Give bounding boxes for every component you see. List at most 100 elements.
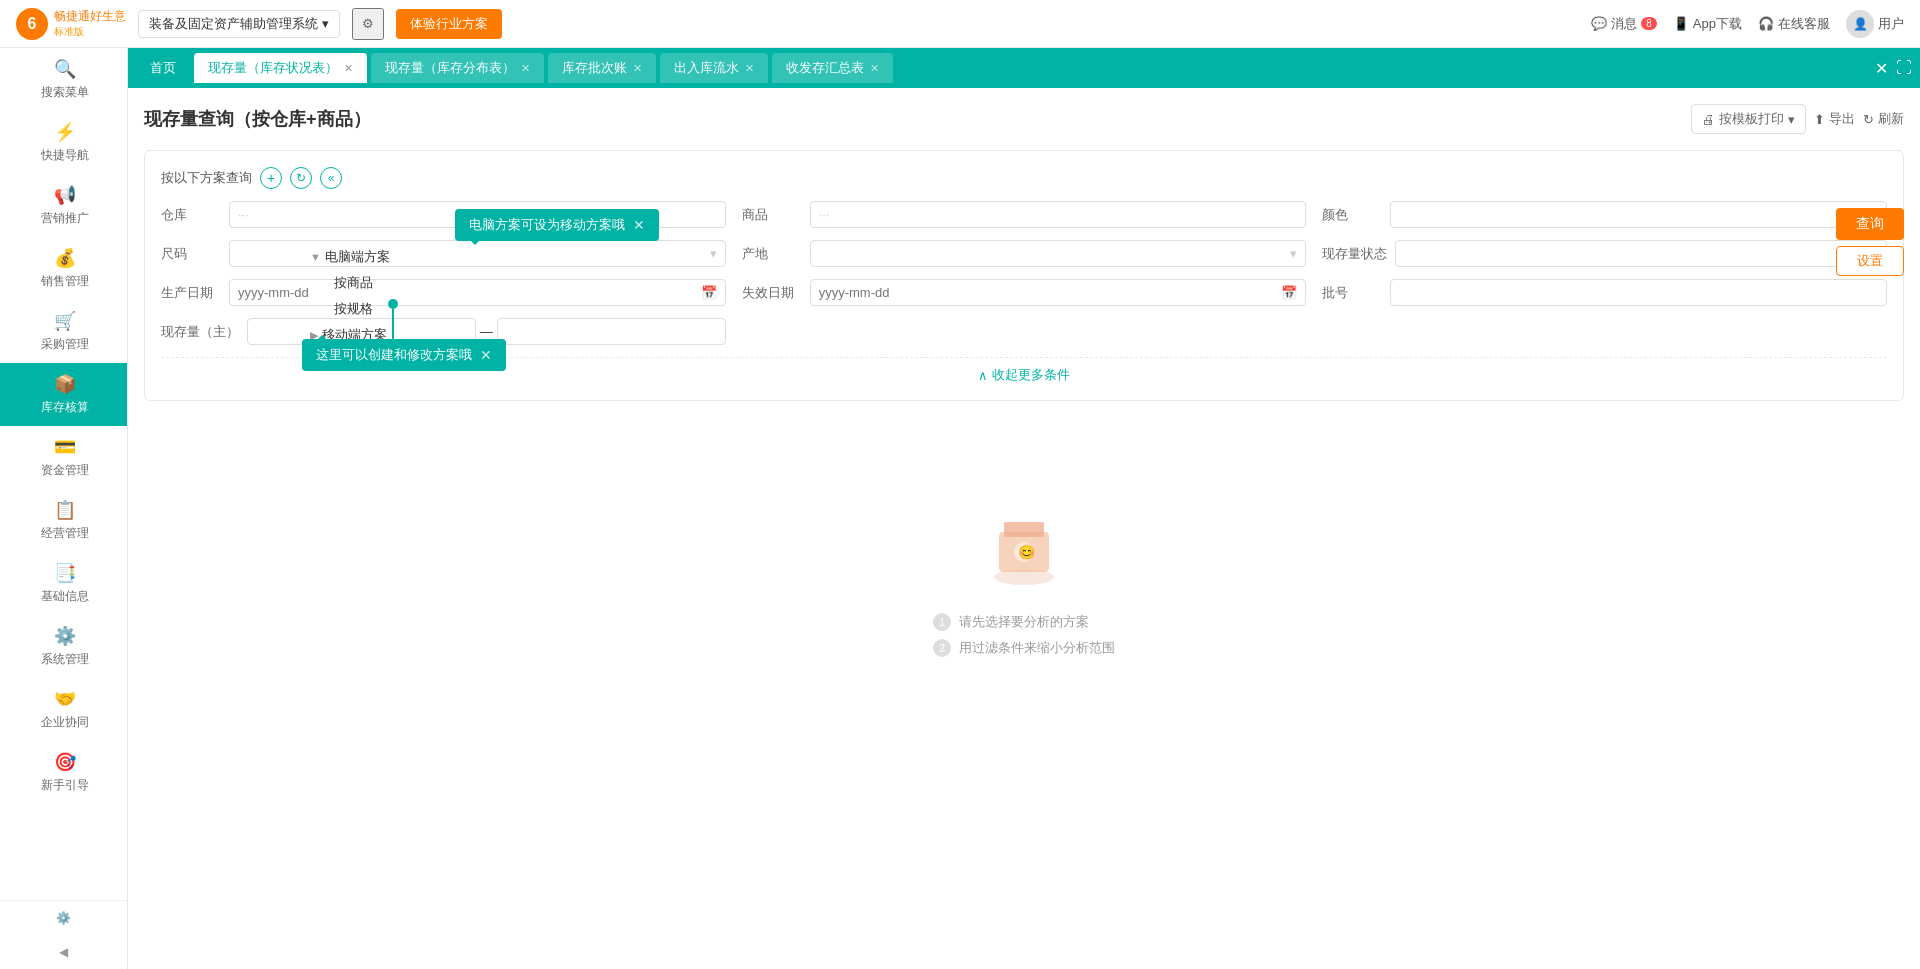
expiry-date-text[interactable] — [819, 285, 1278, 300]
sidebar-item-search-menu[interactable]: 🔍 搜索菜单 — [0, 48, 127, 111]
tab-bar-actions: ✕ ⛶ — [1875, 59, 1912, 78]
settings-bottom-icon: ⚙️ — [56, 911, 71, 925]
scheme-tooltip-2-close[interactable]: ✕ — [480, 347, 492, 363]
tab-close-1[interactable]: ✕ — [344, 62, 353, 75]
filter-back-btn[interactable]: « — [320, 167, 342, 189]
settings-btn[interactable]: ⚙ — [352, 8, 384, 40]
template-print-btn[interactable]: 🖨 按模板打印 ▾ — [1691, 104, 1806, 134]
sidebar-item-finance[interactable]: 💳 资金管理 — [0, 426, 127, 489]
calendar-icon-2: 📅 — [1281, 285, 1297, 300]
collapse-btn-inner[interactable]: ∧ 收起更多条件 — [978, 366, 1070, 384]
online-service-btn[interactable]: 🎧 在线客服 — [1758, 15, 1830, 33]
empty-step-2: 2 用过滤条件来缩小分析范围 — [933, 639, 1115, 657]
tree-child-1: 按商品 — [302, 270, 462, 296]
step-num-2: 2 — [933, 639, 951, 657]
batch-label: 批号 — [1322, 284, 1382, 302]
color-label: 颜色 — [1322, 206, 1382, 224]
tab-close-2[interactable]: ✕ — [521, 62, 530, 75]
page-header: 现存量查询（按仓库+商品） 🖨 按模板打印 ▾ ⬆ 导出 ↻ — [144, 104, 1904, 134]
tab-batch-account[interactable]: 库存批次账 ✕ — [548, 53, 656, 83]
filter-add-btn[interactable]: + — [260, 167, 282, 189]
template-dropdown-icon: ▾ — [1788, 112, 1795, 127]
sidebar-item-enterprise[interactable]: 🤝 企业协同 — [0, 678, 127, 741]
tree-arrow-desktop: ▼ — [310, 251, 321, 263]
search-icon: 🔍 — [54, 58, 76, 80]
sidebar-item-basic-info[interactable]: 📑 基础信息 — [0, 552, 127, 615]
scheme-tooltip-1-close[interactable]: ✕ — [633, 217, 645, 233]
stock-qty-max[interactable] — [497, 318, 726, 345]
stock-status-select[interactable]: ▾ — [1395, 240, 1887, 267]
sidebar-label-search-menu: 搜索菜单 — [41, 84, 89, 101]
user-area[interactable]: 👤 用户 — [1846, 10, 1904, 38]
sidebar-item-purchase[interactable]: 🛒 采购管理 — [0, 300, 127, 363]
tab-label-2: 现存量（库存分布表） — [385, 59, 515, 77]
scheme-tooltip-1-container: 电脑方案可设为移动方案哦 ✕ — [455, 209, 659, 249]
tree-item-by-goods[interactable]: 按商品 — [326, 270, 462, 296]
tab-fullscreen-btn[interactable]: ⛶ — [1896, 59, 1912, 78]
logo-text: 畅捷通好生意 标准版 — [54, 9, 126, 38]
tab-inout-flow[interactable]: 出入库流水 ✕ — [660, 53, 768, 83]
industry-btn[interactable]: 体验行业方案 — [396, 9, 502, 39]
warehouse-label: 仓库 — [161, 206, 221, 224]
template-print-label: 按模板打印 — [1719, 110, 1784, 128]
tab-inventory-dist[interactable]: 现存量（库存分布表） ✕ — [371, 53, 544, 83]
origin-arrow-icon: ▾ — [1290, 246, 1297, 261]
sidebar-item-guide[interactable]: 🎯 新手引导 — [0, 741, 127, 804]
tab-label-5: 收发存汇总表 — [786, 59, 864, 77]
sidebar-settings-btn[interactable]: ⚙️ — [0, 901, 127, 935]
origin-select[interactable]: ▾ — [810, 240, 1307, 267]
filter-header: 按以下方案查询 + ↻ « — [161, 167, 1887, 189]
refresh-btn[interactable]: ↻ 刷新 — [1863, 110, 1904, 128]
search-btn-area: 查询 设置 — [1836, 208, 1904, 276]
tab-inventory-status[interactable]: 现存量（库存状况表） ✕ — [194, 53, 367, 83]
search-btn[interactable]: 查询 — [1836, 208, 1904, 240]
tab-close-5[interactable]: ✕ — [870, 62, 879, 75]
sidebar-item-marketing[interactable]: 📢 营销推广 — [0, 174, 127, 237]
color-select[interactable]: ▾ — [1390, 201, 1887, 228]
tab-close-all-btn[interactable]: ✕ — [1875, 59, 1888, 78]
setting-btn[interactable]: 设置 — [1836, 246, 1904, 276]
sidebar-label-purchase: 采购管理 — [41, 336, 89, 353]
purchase-icon: 🛒 — [54, 310, 76, 332]
sidebar-item-quick-nav[interactable]: ⚡ 快捷导航 — [0, 111, 127, 174]
enterprise-icon: 🤝 — [54, 688, 76, 710]
top-bar-left: 6 畅捷通好生意 标准版 装备及固定资产辅助管理系统 ▾ ⚙ 体验行业方案 — [16, 8, 502, 40]
filter-area: 按以下方案查询 + ↻ « 电脑方案可设为移动方案哦 ✕ — [144, 150, 1904, 401]
sidebar-label-sys-mgmt: 系统管理 — [41, 651, 89, 668]
size-label: 尺码 — [161, 245, 221, 263]
expiry-date-input[interactable]: 📅 — [810, 279, 1307, 306]
tab-home[interactable]: 首页 — [136, 53, 190, 83]
message-label: 消息 — [1611, 15, 1637, 33]
batch-input[interactable] — [1390, 279, 1887, 306]
scheme-tooltip-1-text: 电脑方案可设为移动方案哦 — [469, 216, 625, 234]
sidebar-item-sales[interactable]: 💰 销售管理 — [0, 237, 127, 300]
svg-rect-2 — [1004, 522, 1044, 537]
step-num-1: 1 — [933, 613, 951, 631]
tab-summary[interactable]: 收发存汇总表 ✕ — [772, 53, 893, 83]
message-btn[interactable]: 💬 消息 8 — [1591, 15, 1657, 33]
filter-batch: 批号 — [1322, 279, 1887, 306]
tree-item-desktop[interactable]: ▼ 电脑端方案 — [302, 244, 462, 270]
quick-nav-icon: ⚡ — [54, 121, 76, 143]
filter-origin: 产地 ▾ — [742, 240, 1307, 267]
message-badge: 8 — [1641, 17, 1657, 30]
app-download-btn[interactable]: 📱 App下载 — [1673, 15, 1742, 33]
phone-icon: 📱 — [1673, 16, 1689, 31]
tab-close-3[interactable]: ✕ — [633, 62, 642, 75]
headset-icon: 🎧 — [1758, 16, 1774, 31]
logo-area: 6 畅捷通好生意 标准版 — [16, 8, 126, 40]
sidebar-collapse-btn[interactable]: ◀ — [0, 935, 127, 969]
system-selector[interactable]: 装备及固定资产辅助管理系统 ▾ — [138, 10, 340, 38]
logo-badge: 标准版 — [54, 25, 126, 38]
export-btn[interactable]: ⬆ 导出 — [1814, 110, 1855, 128]
basic-info-icon: 📑 — [54, 562, 76, 584]
sidebar-bottom: ⚙️ ◀ — [0, 900, 127, 969]
sidebar-item-inventory[interactable]: 📦 库存核算 — [0, 363, 127, 426]
tab-close-4[interactable]: ✕ — [745, 62, 754, 75]
sidebar-item-operation[interactable]: 📋 经营管理 — [0, 489, 127, 552]
collapse-up-icon: ∧ — [978, 368, 988, 383]
sidebar-item-sys-mgmt[interactable]: ⚙️ 系统管理 — [0, 615, 127, 678]
filter-cycle-btn[interactable]: ↻ — [290, 167, 312, 189]
goods-select[interactable]: ··· — [810, 201, 1307, 228]
tree-item-by-spec[interactable]: 按规格 — [326, 296, 462, 322]
